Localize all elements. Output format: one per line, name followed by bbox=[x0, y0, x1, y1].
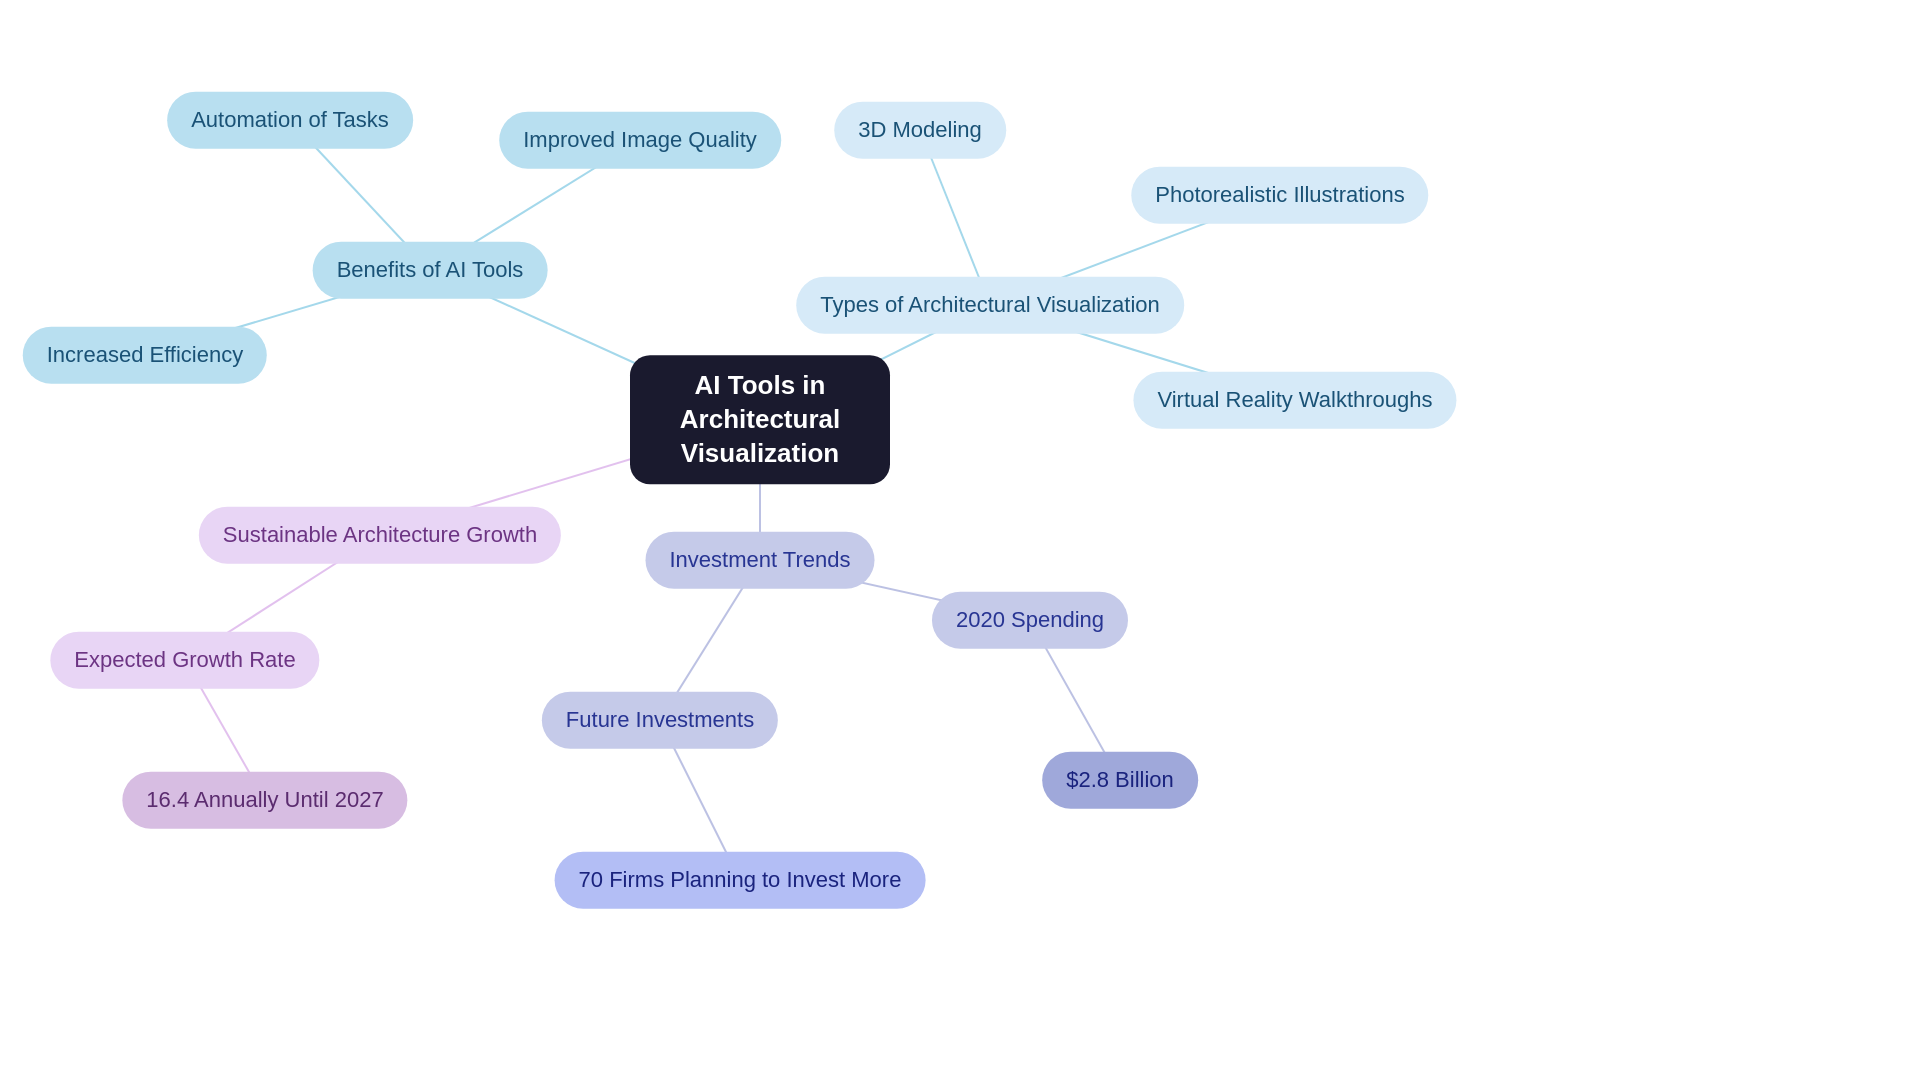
node-firms_70: 70 Firms Planning to Invest More bbox=[555, 852, 926, 909]
node-center: AI Tools in Architectural Visualization bbox=[630, 355, 890, 484]
node-automation: Automation of Tasks bbox=[167, 92, 413, 149]
node-benefits: Benefits of AI Tools bbox=[313, 242, 548, 299]
node-types: Types of Architectural Visualization bbox=[796, 277, 1184, 334]
mindmap-container: AI Tools in Architectural Visualization B… bbox=[0, 0, 1920, 1083]
node-growth_rate: Expected Growth Rate bbox=[50, 632, 319, 689]
node-annually: 16.4 Annually Until 2027 bbox=[122, 772, 407, 829]
node-efficiency: Increased Efficiency bbox=[23, 327, 267, 384]
node-billion_2_8: $2.8 Billion bbox=[1042, 752, 1198, 809]
node-vr_walkthroughs: Virtual Reality Walkthroughs bbox=[1133, 372, 1456, 429]
node-investment: Investment Trends bbox=[646, 532, 875, 589]
node-spending_2020: 2020 Spending bbox=[932, 592, 1128, 649]
node-sustainable: Sustainable Architecture Growth bbox=[199, 507, 561, 564]
node-future_invest: Future Investments bbox=[542, 692, 778, 749]
node-photorealistic: Photorealistic Illustrations bbox=[1131, 167, 1428, 224]
node-modeling_3d: 3D Modeling bbox=[834, 102, 1006, 159]
node-image_quality: Improved Image Quality bbox=[499, 112, 781, 169]
